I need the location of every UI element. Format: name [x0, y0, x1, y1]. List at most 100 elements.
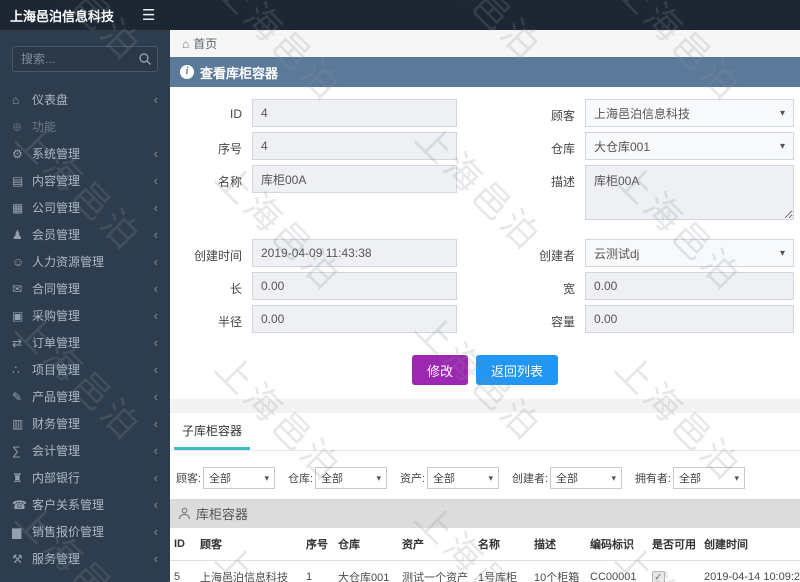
breadcrumb-home-link[interactable]: 首页 [193, 35, 217, 52]
cell-warehouse: 大仓库001 [334, 560, 398, 582]
filter-creator-select[interactable]: 全部 ▾ [550, 467, 623, 489]
bank-icon: ♜ [12, 470, 23, 485]
chevron-down-icon: ▾ [611, 472, 617, 483]
chevron-icon: ‹ [153, 443, 158, 458]
sidebar-item-crm[interactable]: ☎ 客户关系管理 ‹ [0, 491, 170, 518]
filter-warehouse-select[interactable]: 全部 ▾ [315, 467, 388, 489]
col-asset: 资产 [398, 528, 474, 561]
desc-label: 描述 [550, 175, 575, 189]
filter-customer-label: 顾客: [176, 473, 202, 485]
member-user-icon: ♟ [12, 227, 23, 242]
chevron-icon: ‹ [153, 335, 158, 350]
sidebar-item-label: 会计管理 [32, 444, 81, 458]
modify-button[interactable]: 修改 [411, 355, 468, 385]
home-icon: ⌂ [182, 36, 190, 51]
creator-label: 创建者 [538, 249, 575, 263]
list-section-title: 库柜容器 [196, 507, 249, 522]
sidebar-item-order-mgmt[interactable]: ⇄ 订单管理 ‹ [0, 329, 170, 356]
search-icon[interactable] [138, 52, 152, 66]
customer-select[interactable]: 上海邑泊信息科技 ▾ [585, 99, 794, 127]
tab-sub-cabinet-containers[interactable]: 子库柜容器 [174, 422, 251, 450]
chevron-icon: ‹ [153, 362, 158, 377]
panel-title: 查看库柜容器 [200, 65, 279, 81]
sidebar-item-service-mgmt[interactable]: ⚒ 服务管理 ‹ [0, 545, 170, 572]
filter-owner-select[interactable]: 全部 ▾ [673, 467, 745, 489]
crm-icon: ☎ [12, 497, 27, 512]
sidebar-item-product-mgmt[interactable]: ✎ 产品管理 ‹ [0, 383, 170, 410]
finance-money-icon: ▥ [12, 416, 24, 431]
create-time-label: 创建时间 [193, 249, 242, 263]
creator-select-value: 云测试dj [594, 246, 640, 261]
sidebar-item-project-mgmt[interactable]: ∴ 项目管理 ‹ [0, 356, 170, 383]
desc-textarea[interactable]: 库柜00A [585, 165, 794, 220]
app-window: 上海邑泊 上海邑泊 上海邑泊 上海邑泊 上海邑泊 上海邑泊 上海邑泊 上海邑泊 … [0, 0, 800, 582]
creator-select[interactable]: 云测试dj ▾ [585, 239, 794, 267]
chevron-icon: ‹ [153, 92, 158, 107]
main-content: ⌂ 首页 i 查看库柜容器 ID 顾客 [170, 30, 800, 582]
content-icon: ▤ [12, 173, 24, 188]
col-seq: 序号 [302, 528, 334, 561]
sidebar-item-accounting-mgmt[interactable]: ∑ 会计管理 ‹ [0, 437, 170, 464]
table-header-row: ID 顾客 序号 仓库 资产 名称 描述 编码标识 是否可用 创建时间 创建者 [170, 528, 800, 561]
filter-customer-value: 全部 [209, 473, 232, 485]
search-input[interactable] [12, 46, 158, 72]
sidebar-item-label: 内容管理 [32, 174, 81, 188]
orders-cart-icon: ⇄ [12, 335, 23, 350]
filter-asset-select[interactable]: 全部 ▾ [427, 467, 500, 489]
sidebar-menu: ⌂ 仪表盘 ‹ ⊕ 功能 ⚙ 系统管理 ‹ ▤ 内容管理 ‹ ▦ 公司管理 ‹ … [0, 86, 170, 572]
chevron-down-icon: ▾ [488, 472, 494, 483]
chevron-icon: ‹ [153, 227, 158, 242]
panel-header: i 查看库柜容器 [170, 57, 800, 87]
sidebar-item-procurement-mgmt[interactable]: ▣ 采购管理 ‹ [0, 302, 170, 329]
sidebar-item-sales-quote-mgmt[interactable]: ▆ 销售报价管理 ‹ [0, 518, 170, 545]
customer-label: 顾客 [550, 109, 575, 123]
chevron-down-icon: ▾ [779, 247, 785, 259]
sidebar-item-hr-mgmt[interactable]: ☺ 人力资源管理 ‹ [0, 248, 170, 275]
hamburger-menu-icon[interactable]: ☰ [132, 6, 165, 24]
sidebar-item-system-mgmt[interactable]: ⚙ 系统管理 ‹ [0, 140, 170, 167]
warehouse-select[interactable]: 大仓库001 ▾ [585, 132, 794, 160]
sidebar-item-label: 客户关系管理 [32, 498, 105, 512]
brand-logo[interactable]: 上海邑泊信息科技 [0, 6, 132, 25]
sidebar-item-label: 项目管理 [32, 363, 81, 377]
sidebar-item-label: 人力资源管理 [32, 255, 105, 269]
sidebar-item-label: 产品管理 [32, 390, 81, 404]
length-field [252, 272, 457, 300]
chevron-down-icon: ▾ [264, 472, 270, 483]
sidebar-item-label: 服务管理 [32, 552, 81, 566]
length-label: 长 [229, 282, 242, 296]
chevron-icon: ‹ [153, 416, 158, 431]
company-sitemap-icon: ▦ [12, 200, 24, 215]
filter-warehouse-label: 仓库: [287, 473, 314, 485]
filter-customer-select[interactable]: 全部 ▾ [203, 467, 276, 489]
sidebar-item-finance-mgmt[interactable]: ▥ 财务管理 ‹ [0, 410, 170, 437]
table-row[interactable]: 5 上海邑泊信息科技 1 大仓库001 测试一个资产 1号库柜 10个柜箱 CC… [170, 560, 800, 582]
checked-checkbox-icon: ✓ [652, 570, 665, 582]
name-label: 名称 [217, 175, 242, 189]
cell-seq: 1 [302, 560, 334, 582]
sidebar-item-member-mgmt[interactable]: ♟ 会员管理 ‹ [0, 221, 170, 248]
sidebar-item-features[interactable]: ⊕ 功能 [0, 113, 170, 140]
chevron-down-icon: ▾ [779, 140, 785, 152]
sidebar-item-internal-bank[interactable]: ♜ 内部银行 ‹ [0, 464, 170, 491]
sidebar-item-contract-mgmt[interactable]: ✉ 合同管理 ‹ [0, 275, 170, 302]
chevron-icon: ‹ [153, 497, 158, 512]
filter-bar: 顾客: 全部 ▾ 仓库: 全部 ▾ 资产: 全部 ▾ 创建者: 全部 ▾ 拥有者… [170, 451, 800, 499]
col-available: 是否可用 [648, 528, 700, 561]
section-divider [170, 399, 800, 413]
sidebar-item-company-mgmt[interactable]: ▦ 公司管理 ‹ [0, 194, 170, 221]
product-edit-icon: ✎ [12, 389, 23, 404]
chevron-icon: ‹ [153, 173, 158, 188]
tab-bar: 子库柜容器 [170, 413, 800, 451]
accounting-icon: ∑ [12, 443, 21, 458]
sidebar-item-content-mgmt[interactable]: ▤ 内容管理 ‹ [0, 167, 170, 194]
chevron-icon: ‹ [153, 470, 158, 485]
back-to-list-button[interactable]: 返回列表 [476, 355, 559, 385]
sidebar-item-label: 合同管理 [32, 282, 81, 296]
filter-owner-value: 全部 [679, 473, 701, 485]
sidebar-item-dashboard[interactable]: ⌂ 仪表盘 ‹ [0, 86, 170, 113]
cell-available: ✓ [648, 560, 700, 582]
create-time-field [252, 239, 457, 267]
sidebar-item-label: 采购管理 [32, 309, 81, 323]
chevron-icon: ‹ [153, 200, 158, 215]
